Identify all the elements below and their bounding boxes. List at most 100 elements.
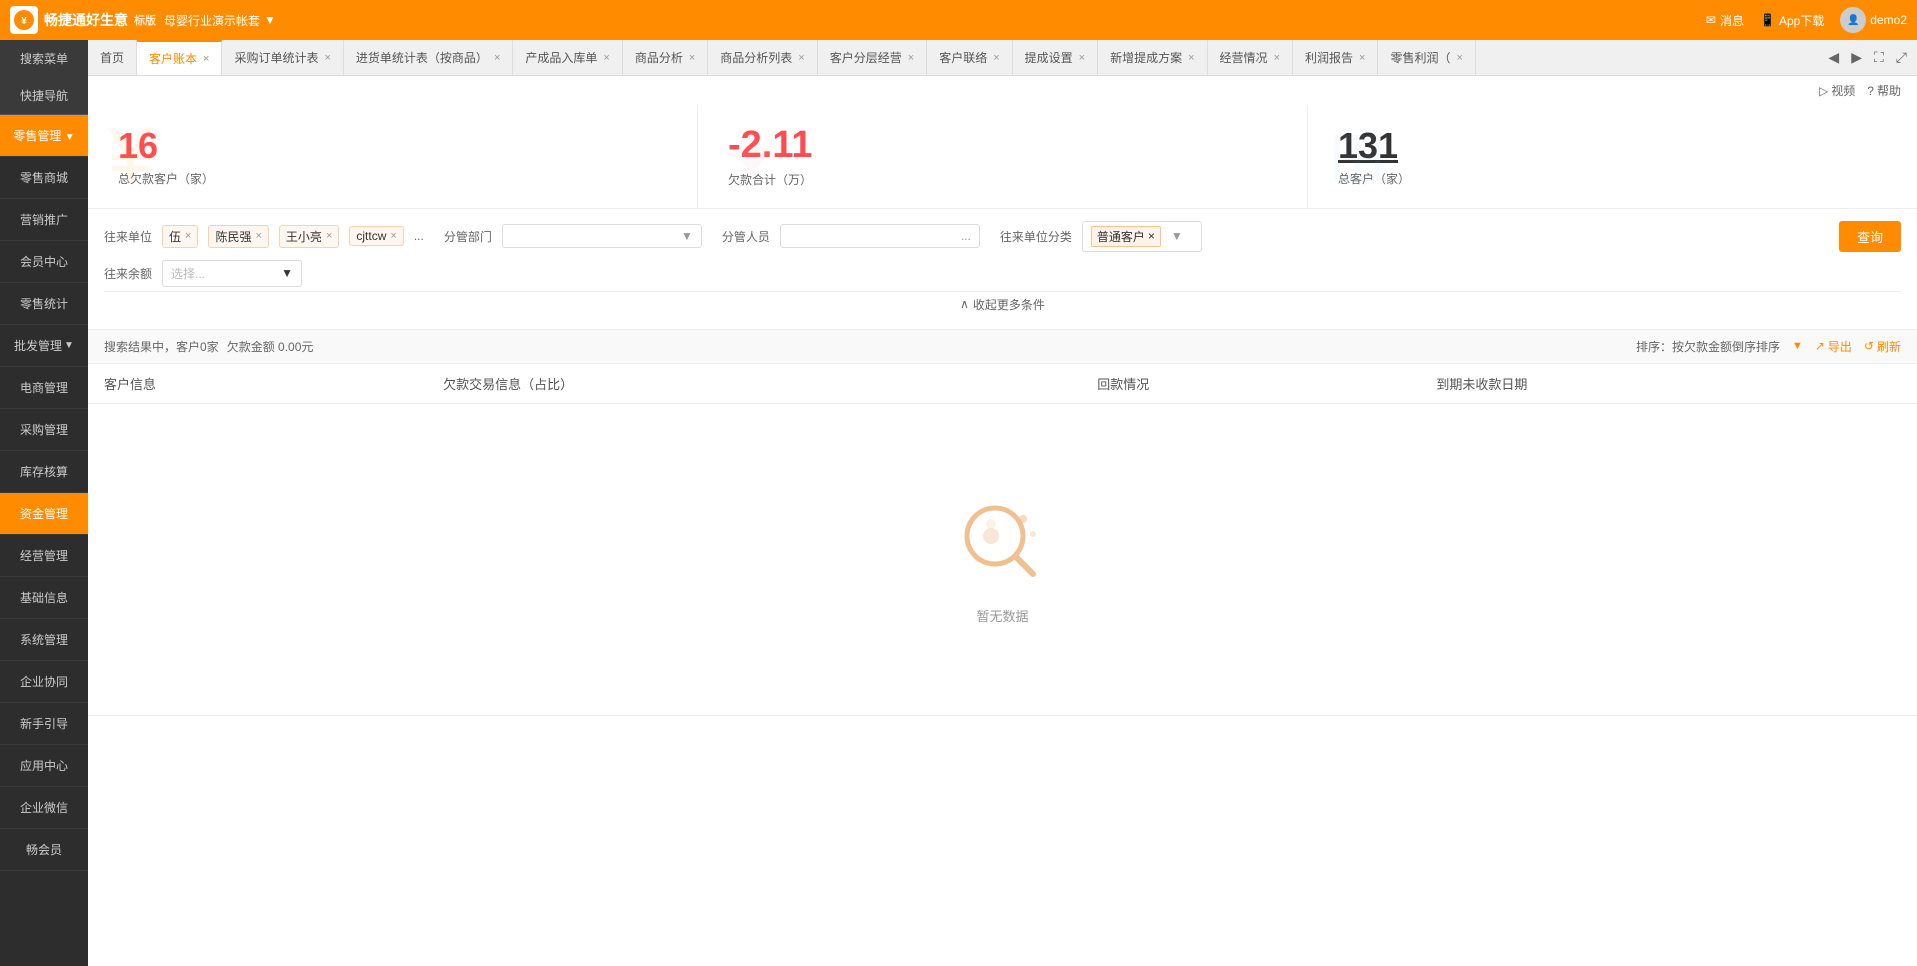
stat-bg-icon2: ✦ (718, 110, 785, 203)
refresh-btn[interactable]: ↺ 刷新 (1864, 338, 1901, 355)
tab-home[interactable]: 首页 (88, 40, 137, 76)
unit-filter-label: 往来单位 (104, 228, 152, 245)
tab-close-icon[interactable]: × (1456, 52, 1462, 64)
data-table: 客户信息 欠款交易信息（占比） 回款情况 到期未收款日期 (88, 364, 1917, 716)
video-link[interactable]: ▷ 视频 (1819, 82, 1855, 99)
stat-overdue-amount: ✦ -2.11 欠款合计（万） (698, 105, 1308, 208)
account-name: 母婴行业演示帐套 (164, 12, 260, 29)
tab-close-icon[interactable]: × (1274, 52, 1280, 64)
sidebar-item-enterprise-wechat[interactable]: 企业微信 (0, 787, 88, 829)
sidebar-item-operation[interactable]: 经营管理 (0, 535, 88, 577)
sidebar-item-label: 企业微信 (20, 801, 68, 815)
sidebar-item-member[interactable]: 会员中心 (0, 241, 88, 283)
sidebar-item-wholesale[interactable]: 批发管理 ▼ (0, 325, 88, 367)
tab-close-icon[interactable]: × (324, 52, 330, 64)
tab-close-icon[interactable]: × (1188, 52, 1194, 64)
category-tag-close-icon[interactable]: × (1148, 229, 1155, 243)
tab-close-icon[interactable]: × (203, 53, 209, 65)
sidebar-item-label: 库存核算 (20, 465, 68, 479)
export-btn[interactable]: ↗ 导出 (1815, 338, 1852, 355)
app-download-btn[interactable]: 📱 App下载 (1760, 12, 1824, 29)
tab-label: 进货单统计表（按商品） (356, 49, 488, 66)
balance-placeholder: 选择... (171, 265, 205, 282)
tag-text: 王小亮 (286, 228, 322, 245)
tab-customer-ledger[interactable]: 客户账本 × (137, 40, 222, 76)
tab-commission-settings[interactable]: 提成设置 × (1013, 40, 1098, 76)
logo-icon: ¥ (10, 6, 38, 34)
category-select[interactable]: 普通客户 × ▼ (1082, 221, 1202, 252)
tab-product-inbound[interactable]: 产成品入库单 × (513, 40, 622, 76)
dept-select[interactable]: ▼ (502, 224, 702, 248)
sidebar-item-purchase[interactable]: 采购管理 (0, 409, 88, 451)
tag-close-icon[interactable]: × (326, 230, 332, 242)
sidebar-item-zero-retail[interactable]: 零售管理 ▼ (0, 115, 88, 157)
tab-close-icon[interactable]: × (689, 52, 695, 64)
more-tags-btn[interactable]: ... (414, 229, 424, 243)
col-due-date: 到期未收款日期 (1420, 364, 1917, 404)
tab-close-icon[interactable]: × (1359, 52, 1365, 64)
tab-add-commission[interactable]: 新增提成方案 × (1098, 40, 1207, 76)
tab-inbound-stats[interactable]: 进货单统计表（按商品） × (344, 40, 513, 76)
empty-cell: 暂无数据 (88, 403, 1917, 715)
user-area[interactable]: 👤 demo2 (1840, 7, 1907, 33)
tab-scroll-right-icon[interactable]: ▶ (1847, 47, 1866, 68)
sidebar-item-system[interactable]: 系统管理 (0, 619, 88, 661)
fast-nav-btn[interactable]: 快捷导航 (0, 77, 88, 115)
table-header-row: 客户信息 欠款交易信息（占比） 回款情况 到期未收款日期 (88, 364, 1917, 404)
sidebar-item-basic-info[interactable]: 基础信息 (0, 577, 88, 619)
filter-tag-wu: 伍 × (162, 225, 198, 248)
message-btn[interactable]: ✉ 消息 (1706, 12, 1744, 29)
sidebar-item-marketing[interactable]: 营销推广 (0, 199, 88, 241)
sidebar-item-app-center[interactable]: 应用中心 (0, 745, 88, 787)
tab-label: 新增提成方案 (1110, 49, 1182, 66)
tab-expand-icon[interactable]: ⛶ (1870, 47, 1888, 68)
sidebar-item-enterprise[interactable]: 企业协同 (0, 661, 88, 703)
tab-scroll-left-icon[interactable]: ◀ (1824, 47, 1843, 68)
collapse-filters-btn[interactable]: ∧ 收起更多条件 (104, 291, 1901, 317)
tab-operation-status[interactable]: 经营情况 × (1208, 40, 1293, 76)
tab-close-icon[interactable]: × (908, 52, 914, 64)
sidebar-item-finance[interactable]: 资金管理 (0, 493, 88, 535)
username: demo2 (1870, 13, 1907, 27)
sidebar-item-ecommerce[interactable]: 电商管理 (0, 367, 88, 409)
tab-product-analysis[interactable]: 商品分析 × (623, 40, 708, 76)
tab-label: 经营情况 (1220, 49, 1268, 66)
sidebar-item-vip[interactable]: 畅会员 (0, 829, 88, 871)
sidebar-item-retail-stats[interactable]: 零售统计 (0, 283, 88, 325)
tab-product-analysis-list[interactable]: 商品分析列表 × (708, 40, 817, 76)
sidebar-item-inventory[interactable]: 库存核算 (0, 451, 88, 493)
tab-purchase-order-stats[interactable]: 采购订单统计表 × (222, 40, 343, 76)
account-dropdown[interactable]: 母婴行业演示帐套 ▼ (164, 12, 276, 29)
tab-customer-contact[interactable]: 客户联络 × (927, 40, 1012, 76)
person-select[interactable]: ... (780, 224, 980, 248)
help-label: 帮助 (1877, 82, 1901, 99)
tab-close-icon[interactable]: × (603, 52, 609, 64)
results-bar-right: 排序：按欠款金额倒序排序 ▼ ↗ 导出 ↺ 刷新 (1636, 338, 1901, 355)
tab-close-icon[interactable]: × (798, 52, 804, 64)
tab-close-icon[interactable]: × (993, 52, 999, 64)
sidebar-item-newbie[interactable]: 新手引导 (0, 703, 88, 745)
tag-close-icon[interactable]: × (390, 230, 396, 242)
content-area: 首页 客户账本 × 采购订单统计表 × 进货单统计表（按商品） × 产成品入库单… (88, 40, 1917, 966)
tab-close-icon[interactable]: × (1079, 52, 1085, 64)
sidebar-item-label: 电商管理 (20, 381, 68, 395)
balance-select[interactable]: 选择... ▼ (162, 260, 302, 287)
search-button[interactable]: 查询 (1839, 221, 1901, 252)
tab-label: 采购订单统计表 (234, 49, 318, 66)
tab-close-icon[interactable]: × (494, 52, 500, 64)
sidebar-item-zero-mall[interactable]: 零售商城 (0, 157, 88, 199)
empty-state: 暂无数据 (104, 414, 1901, 705)
export-icon: ↗ (1815, 339, 1825, 353)
tab-profit-report[interactable]: 利润报告 × (1293, 40, 1378, 76)
tab-fullscreen-icon[interactable]: ⤢ (1892, 47, 1911, 68)
tag-close-icon[interactable]: × (255, 230, 261, 242)
app-download-label: App下载 (1779, 12, 1824, 29)
help-link[interactable]: ? 帮助 (1867, 82, 1901, 99)
tag-close-icon[interactable]: × (185, 230, 191, 242)
tab-retail-profit[interactable]: 零售利润（ × (1378, 40, 1475, 76)
page-content: ▷ 视频 ? 帮助 ¥ 16 总欠款客户（家） (88, 76, 1917, 966)
sidebar: 搜索菜单 快捷导航 零售管理 ▼ 零售商城 营销推广 会员中心 零售统计 批 (0, 40, 88, 966)
empty-illustration (953, 494, 1053, 594)
tab-customer-tier[interactable]: 客户分层经营 × (818, 40, 927, 76)
search-menu-btn[interactable]: 搜索菜单 (0, 40, 88, 77)
